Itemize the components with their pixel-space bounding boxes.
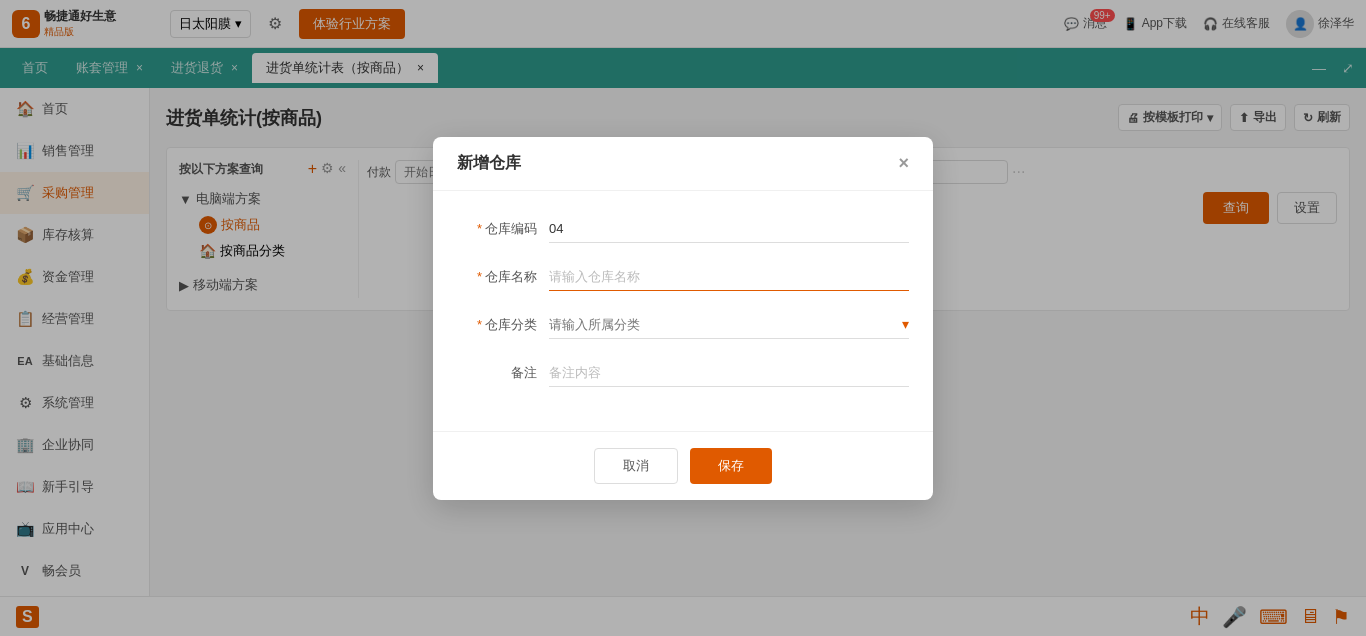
warehouse-category-input[interactable]	[549, 311, 902, 338]
warehouse-code-label: 仓库编码	[457, 220, 537, 238]
warehouse-name-label: 仓库名称	[457, 268, 537, 286]
modal-close-icon[interactable]: ×	[898, 153, 909, 174]
cancel-button[interactable]: 取消	[594, 448, 678, 484]
new-warehouse-modal: 新增仓库 × 仓库编码 仓库名称 仓库分类 ▾	[433, 137, 933, 500]
warehouse-code-input[interactable]	[549, 215, 909, 243]
modal-footer: 取消 保存	[433, 431, 933, 500]
save-button[interactable]: 保存	[690, 448, 772, 484]
modal-overlay: 新增仓库 × 仓库编码 仓库名称 仓库分类 ▾	[0, 0, 1366, 636]
warehouse-category-row: 仓库分类 ▾	[457, 311, 909, 339]
warehouse-code-row: 仓库编码	[457, 215, 909, 243]
modal-body: 仓库编码 仓库名称 仓库分类 ▾ 备注	[433, 191, 933, 431]
warehouse-remark-row: 备注	[457, 359, 909, 387]
warehouse-name-input[interactable]	[549, 263, 909, 291]
warehouse-remark-input[interactable]	[549, 359, 909, 387]
modal-title: 新增仓库	[457, 153, 521, 174]
warehouse-category-select-wrapper[interactable]: ▾	[549, 311, 909, 339]
category-dropdown-icon: ▾	[902, 316, 909, 332]
warehouse-category-label: 仓库分类	[457, 316, 537, 334]
warehouse-name-row: 仓库名称	[457, 263, 909, 291]
warehouse-remark-label: 备注	[457, 364, 537, 382]
modal-header: 新增仓库 ×	[433, 137, 933, 191]
